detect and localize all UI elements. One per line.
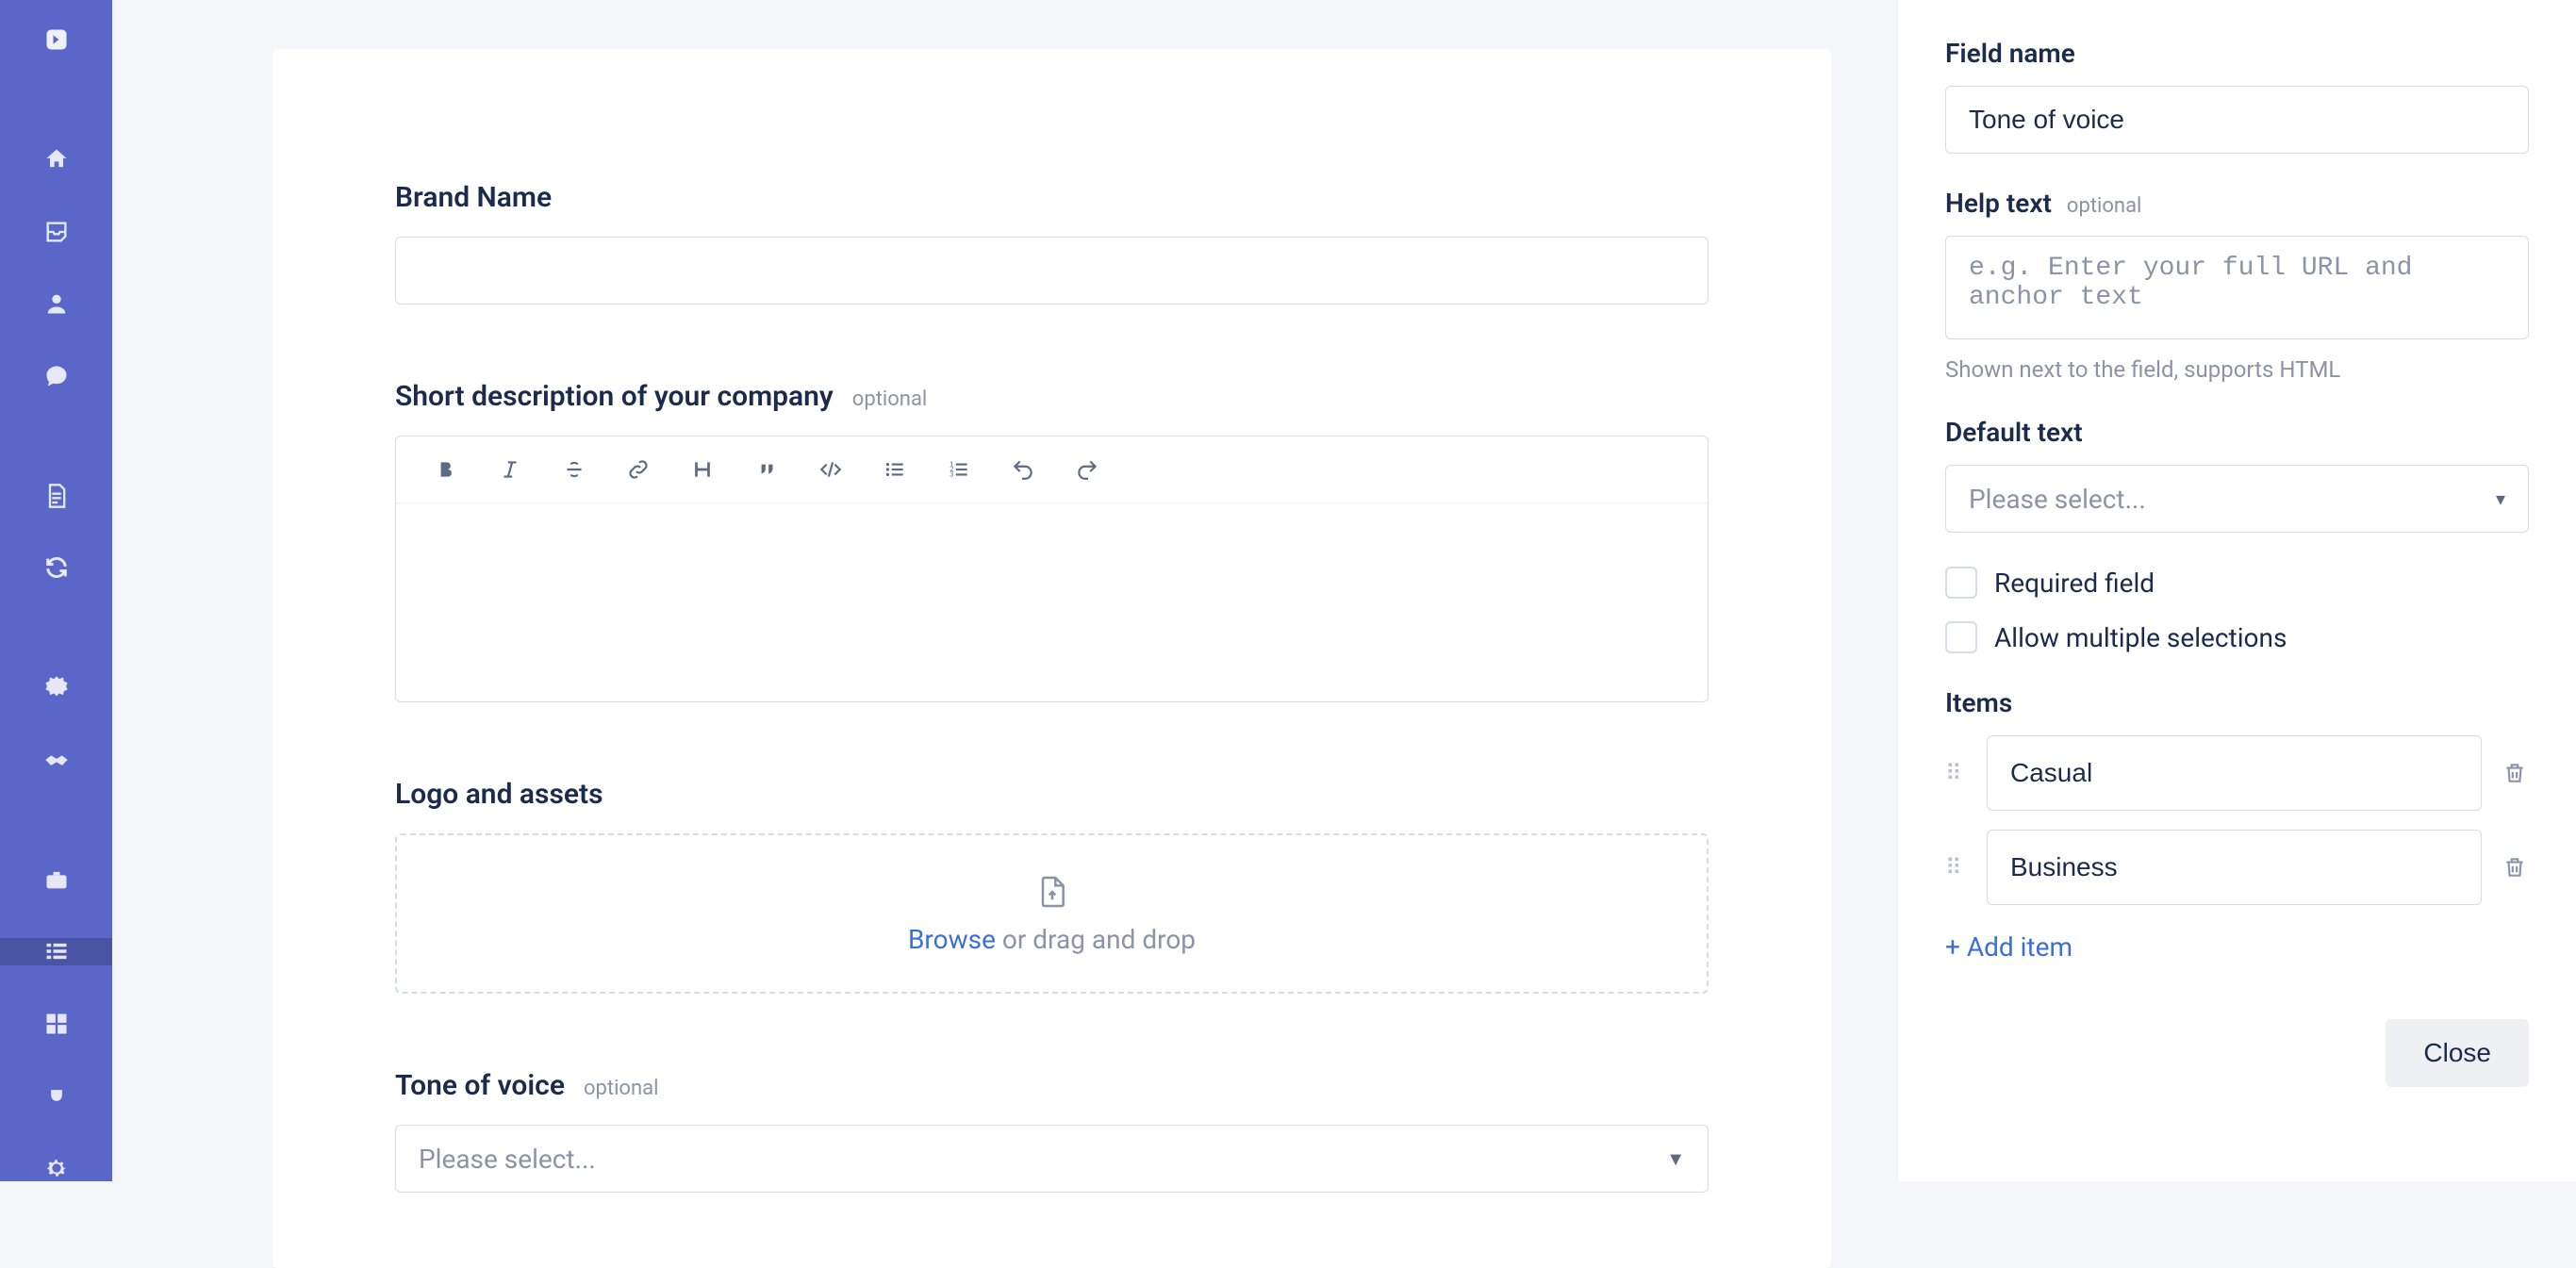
checkbox-box-icon	[1945, 621, 1977, 653]
upload-file-icon	[1033, 873, 1071, 911]
items-row: ⠿	[1945, 830, 2529, 905]
form-card: Brand Name Short description of your com…	[272, 49, 1831, 1268]
required-checkbox[interactable]: Required field	[1945, 567, 2529, 599]
strikethrough-icon[interactable]	[558, 453, 590, 486]
svg-text:3: 3	[949, 470, 953, 479]
tone-label: Tone of voice optional	[395, 1069, 1709, 1102]
list-icon[interactable]	[0, 938, 112, 964]
file-icon[interactable]	[36, 483, 77, 509]
checkbox-group: Required field Allow multiple selections	[1945, 567, 2529, 653]
default-text-placeholder: Please select...	[1969, 484, 2146, 515]
home-icon[interactable]	[36, 146, 77, 173]
default-text-select[interactable]: Please select... ▾	[1945, 465, 2529, 533]
drag-text: or drag and drop	[996, 924, 1196, 955]
description-label-text: Short description of your company	[395, 380, 834, 413]
heading-icon[interactable]	[686, 453, 718, 486]
tone-select-placeholder: Please select...	[419, 1144, 596, 1175]
tone-group: Tone of voice optional Please select... …	[395, 1069, 1709, 1193]
gear-icon[interactable]	[36, 1154, 77, 1180]
items-label: Items	[1945, 687, 2529, 718]
tone-select[interactable]: Please select... ▼	[395, 1125, 1709, 1193]
badge-icon[interactable]	[36, 674, 77, 700]
chat-icon[interactable]	[36, 362, 77, 388]
grid-icon[interactable]	[36, 1011, 77, 1037]
italic-icon[interactable]	[494, 453, 526, 486]
link-icon[interactable]	[622, 453, 654, 486]
close-row: Close	[1945, 1019, 2529, 1087]
form-wrap: Brand Name Short description of your com…	[112, 0, 1897, 1181]
redo-icon[interactable]	[1071, 453, 1103, 486]
field-name-label: Field name	[1945, 38, 2529, 69]
quote-icon[interactable]	[751, 453, 783, 486]
refresh-icon[interactable]	[36, 554, 77, 581]
arrow-right-box-icon[interactable]	[36, 26, 77, 53]
user-icon[interactable]	[36, 290, 77, 317]
help-text-optional: optional	[2067, 194, 2141, 218]
inbox-icon[interactable]	[36, 219, 77, 245]
code-icon[interactable]	[815, 453, 847, 486]
chevron-down-icon: ▾	[2496, 487, 2505, 510]
drag-handle-icon[interactable]: ⠿	[1945, 854, 1968, 881]
editor-toolbar: 123	[396, 436, 1708, 503]
brand-name-input[interactable]	[395, 237, 1709, 305]
brand-name-label: Brand Name	[395, 181, 1709, 214]
description-optional: optional	[852, 387, 927, 411]
brand-name-group: Brand Name	[395, 181, 1709, 305]
default-text-group: Default text Please select... ▾	[1945, 417, 2529, 533]
help-text-group: Help text optional Shown next to the fie…	[1945, 188, 2529, 383]
upload-text: Browse or drag and drop	[908, 924, 1196, 955]
items-row: ⠿	[1945, 735, 2529, 811]
briefcase-icon[interactable]	[36, 866, 77, 893]
add-item-link[interactable]: + Add item	[1945, 931, 2072, 963]
undo-icon[interactable]	[1007, 453, 1039, 486]
multiple-checkbox[interactable]: Allow multiple selections	[1945, 621, 2529, 653]
trash-icon[interactable]	[2501, 853, 2529, 881]
items-group: Items ⠿ ⠿ + Add item	[1945, 687, 2529, 963]
checkbox-box-icon	[1945, 567, 1977, 599]
description-label: Short description of your company option…	[395, 380, 1709, 413]
assets-group: Logo and assets Browse or drag and drop	[395, 778, 1709, 994]
required-label: Required field	[1994, 568, 2155, 599]
drag-handle-icon[interactable]: ⠿	[1945, 760, 1968, 786]
tone-label-text: Tone of voice	[395, 1069, 565, 1102]
trash-icon[interactable]	[2501, 759, 2529, 787]
description-editor: 123	[395, 436, 1709, 702]
close-button[interactable]: Close	[2386, 1019, 2529, 1087]
tone-optional: optional	[584, 1077, 658, 1100]
plug-icon[interactable]	[36, 1082, 77, 1109]
multiple-label: Allow multiple selections	[1994, 622, 2287, 653]
main-area: Brand Name Short description of your com…	[112, 0, 2576, 1181]
item-input[interactable]	[1987, 830, 2482, 905]
bullet-list-icon[interactable]	[879, 453, 911, 486]
upload-area[interactable]: Browse or drag and drop	[395, 833, 1709, 994]
field-name-input[interactable]	[1945, 86, 2529, 154]
bold-icon[interactable]	[430, 453, 462, 486]
help-text-hint: Shown next to the field, supports HTML	[1945, 356, 2529, 383]
sidebar	[0, 0, 112, 1181]
browse-link[interactable]: Browse	[908, 924, 996, 955]
default-text-label: Default text	[1945, 417, 2529, 448]
item-input[interactable]	[1987, 735, 2482, 811]
description-body[interactable]	[396, 503, 1708, 701]
help-text-label-text: Help text	[1945, 188, 2052, 219]
field-config-panel: Field name Help text optional Shown next…	[1897, 0, 2576, 1181]
field-name-group: Field name	[1945, 38, 2529, 154]
description-group: Short description of your company option…	[395, 380, 1709, 702]
help-text-label: Help text optional	[1945, 188, 2529, 219]
handshake-icon[interactable]	[36, 747, 77, 773]
ordered-list-icon[interactable]: 123	[943, 453, 975, 486]
assets-label: Logo and assets	[395, 778, 1709, 811]
chevron-down-icon: ▼	[1666, 1147, 1685, 1171]
help-text-input[interactable]	[1945, 236, 2529, 339]
